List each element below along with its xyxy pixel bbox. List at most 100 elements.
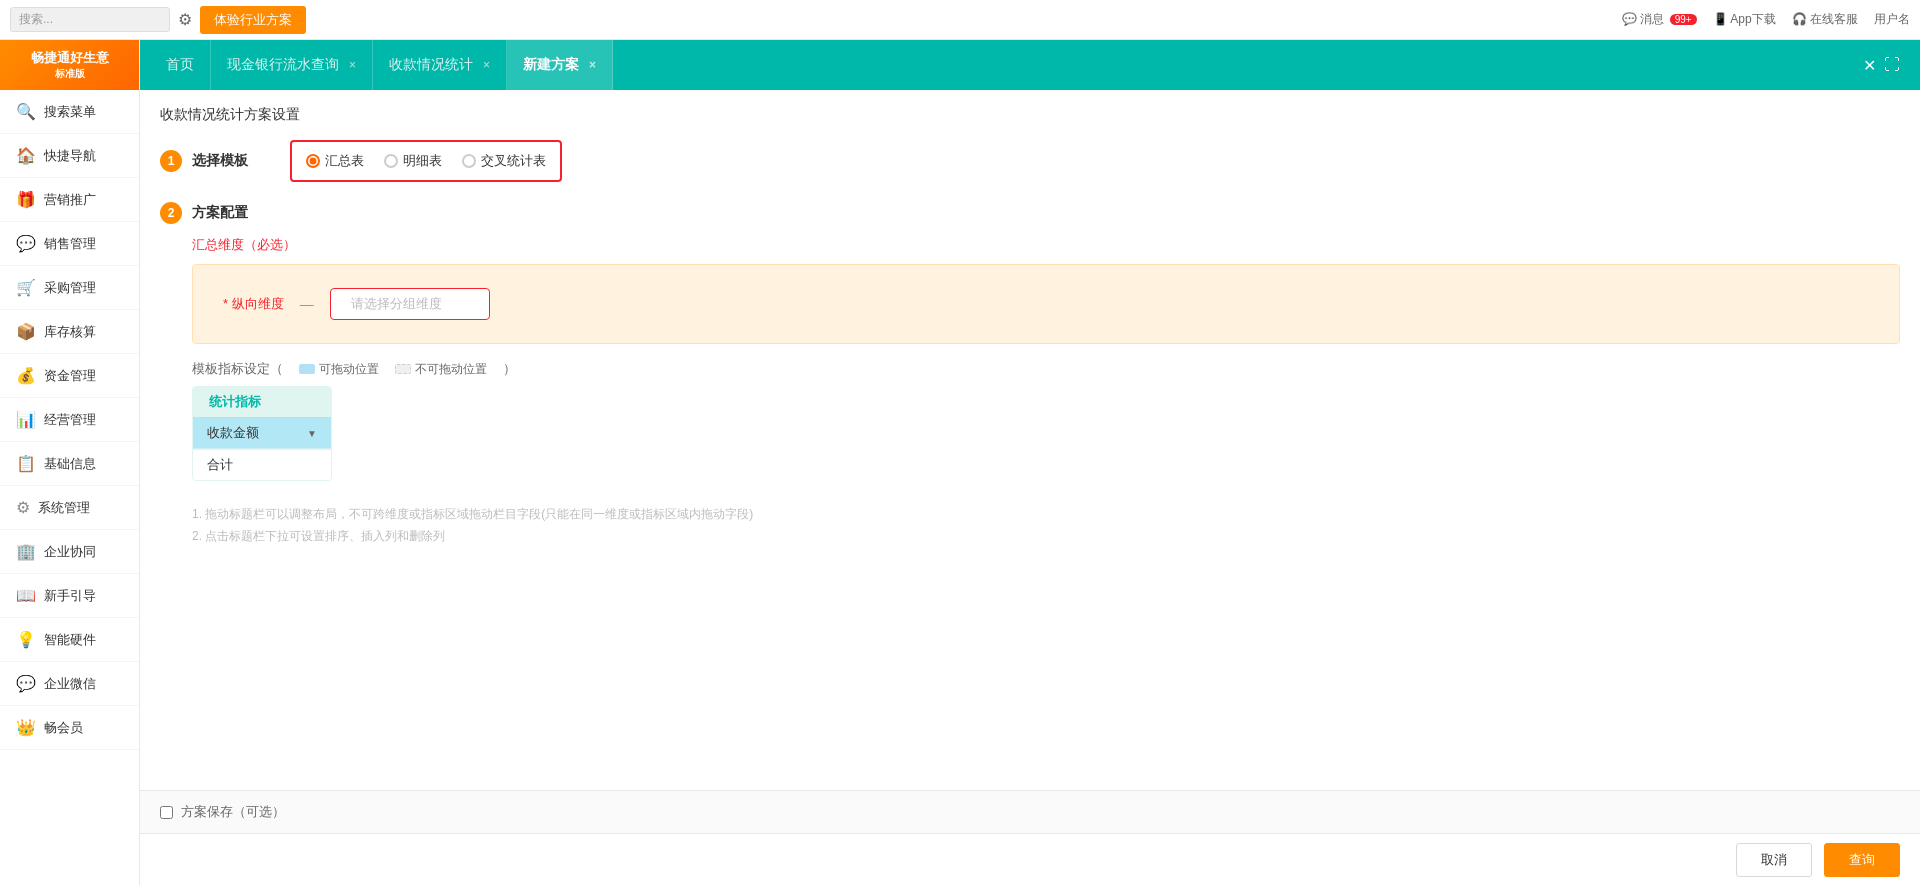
tab-home[interactable]: 首页	[150, 40, 211, 90]
tab-bar: 首页现金银行流水查询×收款情况统计×新建方案× ✕ ⛶	[140, 40, 1920, 90]
save-section: 方案保存（可选）	[140, 790, 1920, 833]
tip2: 2. 点击标题栏下拉可设置排序、插入列和删除列	[192, 526, 1900, 548]
radio-label-summary: 汇总表	[325, 152, 364, 170]
sidebar-item-marketing[interactable]: 🎁 营销推广	[0, 178, 139, 222]
notification-badge: 99+	[1670, 14, 1697, 25]
dimension-config: 汇总维度（必选） * 纵向维度 — 请选择分组维度	[160, 236, 1900, 344]
top-bar: 搜索... ⚙ 体验行业方案 💬 消息 99+ 📱 App下载 🎧 在线客服 用…	[0, 0, 1920, 40]
dimension-area: * 纵向维度 — 请选择分组维度	[192, 264, 1900, 344]
corp-label: 企业协同	[44, 543, 96, 561]
radio-detail[interactable]: 明细表	[384, 152, 442, 170]
tab-new-plan[interactable]: 新建方案 ×	[507, 40, 613, 90]
member-icon: 👑	[16, 718, 36, 737]
operations-label: 经营管理	[44, 411, 96, 429]
dim-row: * 纵向维度 — 请选择分组维度	[223, 288, 490, 320]
footer-bar: 取消 查询	[140, 833, 1920, 885]
close-window-btn[interactable]: ✕	[1863, 56, 1876, 75]
logo-text: 畅捷通好生意	[31, 49, 109, 67]
sidebar: 畅捷通好生意 标准版 🔍搜索菜单🏠快捷导航🎁营销推广💬销售管理🛒采购管理📦库存核…	[0, 40, 140, 885]
save-label: 方案保存（可选）	[181, 803, 285, 821]
radio-label-detail: 明细表	[403, 152, 442, 170]
sidebar-item-operations[interactable]: 📊 经营管理	[0, 398, 139, 442]
dim-select[interactable]: 请选择分组维度	[330, 288, 490, 320]
gear-icon[interactable]: ⚙	[178, 10, 192, 29]
metrics-hint: 模板指标设定（ 可拖动位置 不可拖动位置 ）	[192, 360, 1900, 378]
sidebar-items: 🔍搜索菜单🏠快捷导航🎁营销推广💬销售管理🛒采购管理📦库存核算💰资金管理📊经营管理…	[0, 90, 139, 750]
marketing-label: 营销推广	[44, 191, 96, 209]
content-area: 首页现金银行流水查询×收款情况统计×新建方案× ✕ ⛶ 收款情况统计方案设置 1…	[140, 40, 1920, 885]
sidebar-item-base-info[interactable]: 📋 基础信息	[0, 442, 139, 486]
tab-receipt-stat[interactable]: 收款情况统计×	[373, 40, 507, 90]
tab-bank-flow[interactable]: 现金银行流水查询 ×	[211, 40, 373, 90]
online-service[interactable]: 🎧 在线客服	[1792, 11, 1858, 28]
wechat-icon: 💬	[16, 674, 36, 693]
radio-cross[interactable]: 交叉统计表	[462, 152, 546, 170]
base-info-icon: 📋	[16, 454, 36, 473]
metrics-section: 模板指标设定（ 可拖动位置 不可拖动位置 ） 统计指标	[192, 360, 1900, 484]
base-info-label: 基础信息	[44, 455, 96, 473]
sidebar-item-sys-mgmt[interactable]: ⚙系统管理	[0, 486, 139, 530]
hint-nodrag: 不可拖动位置	[395, 361, 487, 378]
industry-btn[interactable]: 体验行业方案	[200, 6, 306, 34]
smart-hw-icon: 💡	[16, 630, 36, 649]
sidebar-item-wechat[interactable]: 💬企业微信	[0, 662, 139, 706]
top-bar-left: 搜索... ⚙ 体验行业方案	[10, 6, 306, 34]
tab-bar-left: 首页现金银行流水查询×收款情况统计×新建方案×	[150, 40, 613, 90]
dim-row-label: * 纵向维度	[223, 295, 284, 313]
sidebar-item-guide[interactable]: 📖新手引导	[0, 574, 139, 618]
search-menu-icon: 🔍	[16, 102, 36, 121]
radio-summary[interactable]: 汇总表	[306, 152, 364, 170]
metrics-table: 统计指标 收款金额 ▼ 合计	[192, 386, 332, 481]
radio-circle-detail	[384, 154, 398, 168]
step2-badge: 2	[160, 202, 182, 224]
sidebar-item-sales[interactable]: 💬销售管理	[0, 222, 139, 266]
quick-nav-label: 快捷导航	[44, 147, 96, 165]
sys-mgmt-label: 系统管理	[38, 499, 90, 517]
operations-icon: 📊	[16, 410, 36, 429]
sidebar-item-inventory[interactable]: 📦库存核算	[0, 310, 139, 354]
cancel-button[interactable]: 取消	[1736, 843, 1812, 877]
main-layout: 畅捷通好生意 标准版 🔍搜索菜单🏠快捷导航🎁营销推广💬销售管理🛒采购管理📦库存核…	[0, 40, 1920, 885]
guide-label: 新手引导	[44, 587, 96, 605]
user-info[interactable]: 用户名	[1874, 11, 1910, 28]
notification[interactable]: 💬 消息 99+	[1622, 11, 1697, 28]
purchase-label: 采购管理	[44, 279, 96, 297]
tip1: 1. 拖动标题栏可以调整布局，不可跨维度或指标区域拖动栏目字段(只能在同一维度或…	[192, 504, 1900, 526]
sales-label: 销售管理	[44, 235, 96, 253]
smart-hw-label: 智能硬件	[44, 631, 96, 649]
tab-close-receipt-stat[interactable]: ×	[483, 58, 490, 72]
marketing-icon: 🎁	[16, 190, 36, 209]
sidebar-item-member[interactable]: 👑畅会员	[0, 706, 139, 750]
step2-header: 2 方案配置	[160, 202, 1900, 224]
search-menu-label: 搜索菜单	[44, 103, 96, 121]
metrics-header: 统计指标	[193, 387, 331, 418]
cell-dropdown-icon[interactable]: ▼	[307, 428, 317, 439]
app-download[interactable]: 📱 App下载	[1713, 11, 1776, 28]
step2-label: 方案配置	[192, 204, 248, 222]
query-button[interactable]: 查询	[1824, 843, 1900, 877]
page-content: 收款情况统计方案设置 1 选择模板 汇总表明细表交叉统计表 2 方案配置	[140, 90, 1920, 790]
expand-window-btn[interactable]: ⛶	[1884, 56, 1900, 75]
tab-close-bank-flow[interactable]: ×	[349, 58, 356, 72]
logo-sub: 标准版	[31, 67, 109, 81]
sidebar-item-finance[interactable]: 💰资金管理	[0, 354, 139, 398]
radio-circle-summary	[306, 154, 320, 168]
search-input[interactable]: 搜索...	[10, 7, 170, 32]
sidebar-item-quick-nav[interactable]: 🏠 快捷导航	[0, 134, 139, 178]
sidebar-item-smart-hw[interactable]: 💡 智能硬件	[0, 618, 139, 662]
quick-nav-icon: 🏠	[16, 146, 36, 165]
finance-icon: 💰	[16, 366, 36, 385]
tab-label-bank-flow: 现金银行流水查询	[227, 56, 339, 74]
sidebar-item-purchase[interactable]: 🛒采购管理	[0, 266, 139, 310]
save-checkbox[interactable]	[160, 806, 173, 819]
radio-label-cross: 交叉统计表	[481, 152, 546, 170]
corp-icon: 🏢	[16, 542, 36, 561]
step1-badge: 1	[160, 150, 182, 172]
tab-label-new-plan: 新建方案	[523, 56, 579, 74]
sidebar-item-corp[interactable]: 🏢 企业协同	[0, 530, 139, 574]
radio-circle-cross	[462, 154, 476, 168]
sidebar-item-search-menu[interactable]: 🔍 搜索菜单	[0, 90, 139, 134]
metrics-total: 合计	[193, 449, 331, 480]
tab-close-new-plan[interactable]: ×	[589, 58, 596, 72]
metrics-cell[interactable]: 收款金额 ▼	[193, 418, 331, 449]
